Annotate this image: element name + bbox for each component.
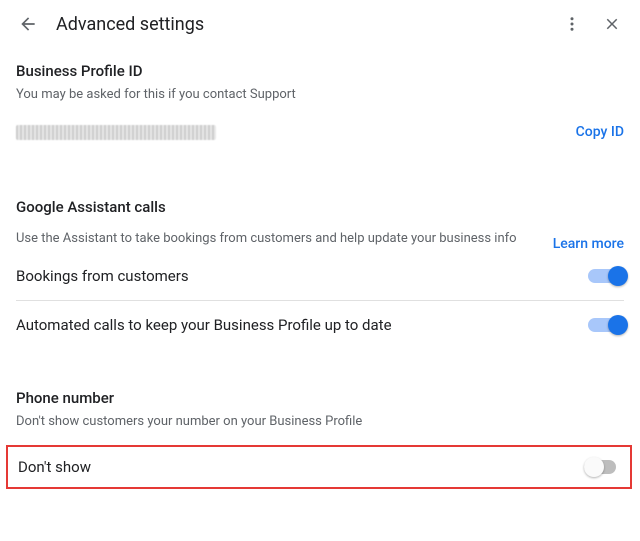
- learn-more-link[interactable]: Learn more: [553, 236, 624, 252]
- copy-id-button[interactable]: Copy ID: [576, 124, 624, 140]
- assistant-desc-row: Use the Assistant to take bookings from …: [0, 230, 640, 252]
- back-icon[interactable]: [16, 12, 40, 36]
- automated-row: Automated calls to keep your Business Pr…: [0, 301, 640, 349]
- automated-label: Automated calls to keep your Business Pr…: [16, 316, 392, 334]
- phone-title: Phone number: [16, 389, 624, 407]
- bookings-label: Bookings from customers: [16, 267, 189, 285]
- automated-toggle[interactable]: [588, 315, 624, 335]
- assistant-section: Google Assistant calls: [0, 184, 640, 230]
- phone-desc: Don't show customers your number on your…: [16, 413, 624, 431]
- profile-id-section: Business Profile ID You may be asked for…: [0, 48, 640, 104]
- profile-id-title: Business Profile ID: [16, 62, 624, 80]
- profile-id-row: Copy ID: [0, 104, 640, 144]
- bookings-toggle[interactable]: [588, 266, 624, 286]
- dont-show-row: Don't show: [6, 445, 632, 489]
- close-icon[interactable]: [600, 12, 624, 36]
- more-icon[interactable]: [560, 12, 584, 36]
- bookings-row: Bookings from customers: [0, 252, 640, 300]
- dont-show-toggle[interactable]: [584, 457, 620, 477]
- assistant-title: Google Assistant calls: [16, 198, 624, 216]
- profile-id-desc: You may be asked for this if you contact…: [16, 86, 624, 104]
- profile-id-value: [16, 125, 216, 140]
- header: Advanced settings: [0, 0, 640, 48]
- assistant-desc: Use the Assistant to take bookings from …: [16, 230, 533, 248]
- page-title: Advanced settings: [56, 14, 544, 35]
- dont-show-label: Don't show: [18, 458, 91, 476]
- phone-section: Phone number Don't show customers your n…: [0, 375, 640, 431]
